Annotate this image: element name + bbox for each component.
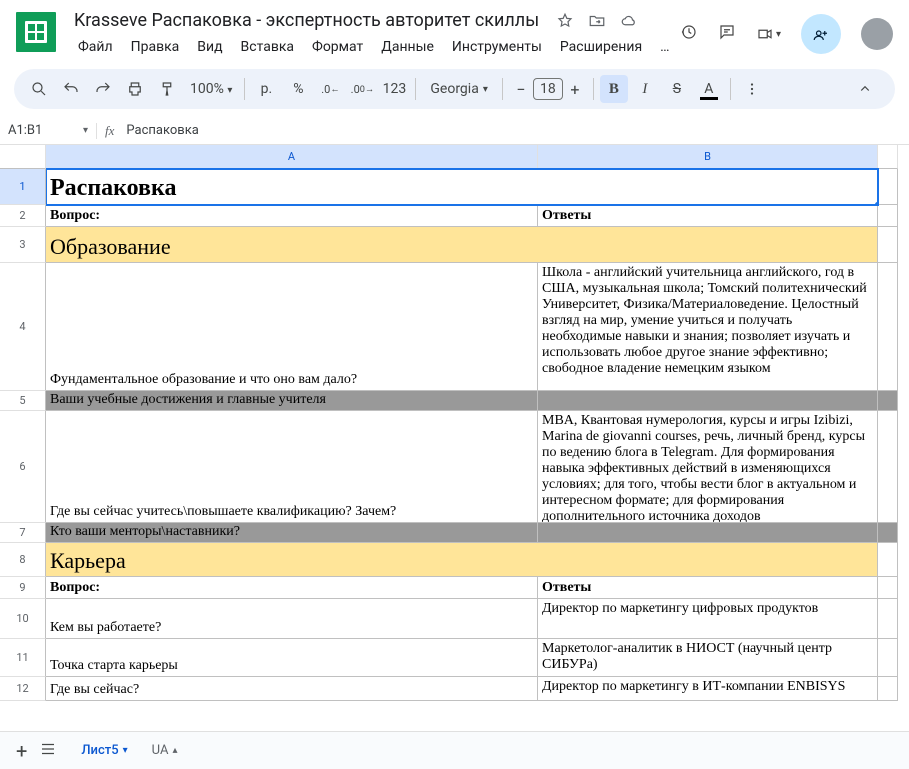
language-indicator[interactable]: UA▴ [152,743,178,758]
column-header-a[interactable]: A [46,145,538,169]
menu-6[interactable]: Инструменты [444,35,550,59]
row-header[interactable]: 12 [0,677,46,701]
font-size-increase[interactable]: + [563,77,587,101]
font-size-decrease[interactable]: − [509,77,533,101]
cell[interactable]: Вопрос: [46,205,538,227]
cell[interactable]: Директор по маркетингу цифровых продукто… [538,599,878,639]
font-size-input[interactable]: 18 [533,78,563,100]
cell[interactable] [538,391,878,411]
menu-8[interactable]: … [652,35,677,59]
add-sheet-button[interactable]: + [16,739,27,763]
cell[interactable]: Кто ваши менторы\наставники? [46,523,538,543]
cell[interactable]: Вопрос: [46,577,538,599]
column-header-c[interactable] [878,145,898,169]
menu-3[interactable]: Вставка [233,35,302,59]
fx-icon: fx [96,123,122,139]
cell[interactable]: Школа - английский учительница английско… [538,263,878,391]
column-header-b[interactable]: B [538,145,878,169]
font-family-select[interactable]: Georgia▾ [422,81,495,97]
cell[interactable]: Карьера [46,543,878,577]
cell[interactable]: Где вы сейчас? [46,677,538,701]
print-icon[interactable] [120,74,150,104]
cell[interactable]: Где вы сейчас учитесь\повышаете квалифик… [46,411,538,523]
collapse-toolbar-icon[interactable] [845,69,885,109]
share-button[interactable] [801,14,841,54]
row-header[interactable]: 9 [0,577,46,599]
row-header[interactable]: 7 [0,523,46,543]
sheet-bar: + Лист5▾ UA▴ [0,731,909,769]
row-header[interactable]: 11 [0,639,46,677]
number-format-button[interactable]: 123 [379,74,409,104]
row-header[interactable]: 1 [0,169,46,205]
account-avatar[interactable] [861,18,893,50]
row-header[interactable]: 6 [0,411,46,523]
menu-4[interactable]: Формат [304,35,371,59]
decrease-decimal-icon[interactable]: .0← [315,74,345,104]
row-header[interactable]: 5 [0,391,46,411]
cell[interactable]: Маркетолог-аналитик в НИОСТ (научный цен… [538,639,878,677]
paint-format-icon[interactable] [152,74,182,104]
cell[interactable]: Образование [46,227,878,263]
menu-5[interactable]: Данные [373,35,442,59]
move-folder-icon[interactable] [587,11,607,31]
cell[interactable]: Распаковка [46,169,878,205]
document-title[interactable]: Krasseve Распаковка - экспертность автор… [70,8,543,33]
menu-1[interactable]: Правка [123,35,188,59]
undo-icon[interactable] [56,74,86,104]
menu-7[interactable]: Расширения [552,35,650,59]
row-header[interactable]: 2 [0,205,46,227]
select-all-corner[interactable] [0,145,46,169]
increase-decimal-icon[interactable]: .00→ [347,74,377,104]
row-header[interactable]: 8 [0,543,46,577]
star-icon[interactable] [555,11,575,31]
formula-bar[interactable]: Распаковка [122,123,198,138]
menu-0[interactable]: Файл [70,35,121,59]
cell[interactable]: Ответы [538,205,878,227]
text-color-button[interactable]: A [694,74,724,104]
cell[interactable] [538,523,878,543]
row-header[interactable]: 3 [0,227,46,263]
sheets-logo [16,12,56,52]
name-box[interactable]: A1:B1▾ [0,123,96,138]
more-toolbar-icon[interactable] [737,74,767,104]
percent-button[interactable]: % [283,74,313,104]
cell[interactable]: Кем вы работаете? [46,599,538,639]
row-header[interactable]: 4 [0,263,46,391]
italic-button[interactable]: I [630,74,660,104]
comments-icon[interactable] [718,23,736,45]
history-icon[interactable] [680,23,698,45]
cell[interactable]: Директор по маркетингу в ИТ-компании ENB… [538,677,878,701]
all-sheets-button[interactable] [39,740,57,762]
strikethrough-button[interactable]: S [662,74,692,104]
menu-2[interactable]: Вид [189,35,230,59]
meet-icon[interactable]: ▾ [756,25,781,43]
currency-button[interactable]: р. [251,74,281,104]
cloud-status-icon[interactable] [619,11,639,31]
row-header[interactable]: 10 [0,599,46,639]
bold-button[interactable]: B [600,75,628,103]
cell[interactable]: MBA, Квантовая нумерология, курсы и игры… [538,411,878,523]
menubar: ФайлПравкаВидВставкаФорматДанныеИнструме… [70,35,680,59]
cell[interactable]: Фундаментальное образование и что оно ва… [46,263,538,391]
sheet-tab[interactable]: Лист5▾ [69,737,139,764]
cell[interactable]: Ответы [538,577,878,599]
search-icon[interactable] [24,74,54,104]
redo-icon[interactable] [88,74,118,104]
zoom-select[interactable]: 100% ▾ [184,81,238,97]
toolbar: 100% ▾ р. % .0← .00→ 123 Georgia▾ − 18 +… [14,69,895,109]
cell[interactable]: Ваши учебные достижения и главные учител… [46,391,538,411]
cell[interactable]: Точка старта карьеры [46,639,538,677]
